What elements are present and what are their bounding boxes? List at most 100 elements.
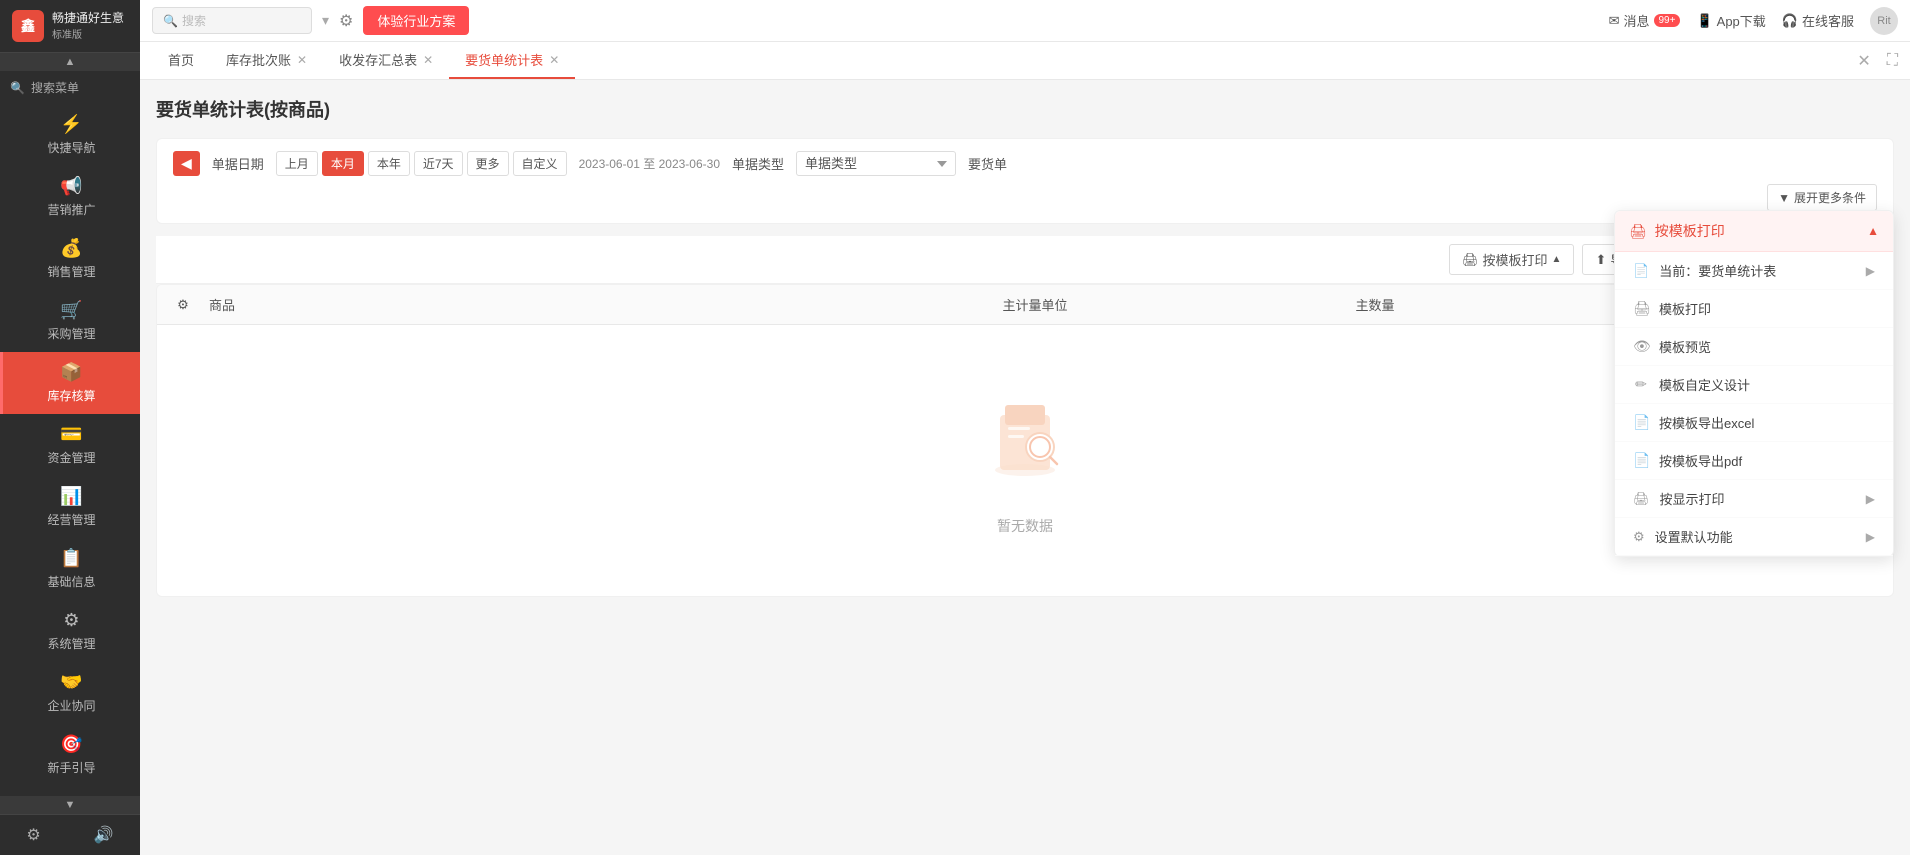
app-download-item[interactable]: 📱 App下载: [1696, 11, 1765, 30]
default-func-item[interactable]: ⚙ 设置默认功能 ▶: [1615, 518, 1893, 556]
topbar-search[interactable]: 🔍 搜索: [152, 7, 312, 34]
tab-inventory-batch[interactable]: 库存批次账 ✕: [210, 42, 323, 79]
empty-text: 暂无数据: [997, 516, 1053, 536]
template-excel-item[interactable]: 📄 按模板导出excel: [1615, 404, 1893, 442]
default-func-arrow: ▶: [1866, 530, 1875, 544]
empty-illustration: [975, 385, 1075, 504]
sidebar-item-sales[interactable]: 💰 销售管理: [0, 228, 140, 290]
sales-icon: 💰: [60, 238, 82, 259]
tab-home[interactable]: 首页: [152, 42, 210, 79]
date-buttons: 上月 本月 本年 近7天 更多 自定义: [276, 151, 567, 176]
sidebar-item-cooperation[interactable]: 🤝 企业协同: [0, 662, 140, 724]
display-print-left: 🖨 按显示打印: [1633, 489, 1725, 508]
tab-close-inventory-batch[interactable]: ✕: [297, 53, 307, 67]
th-settings[interactable]: ⚙: [165, 287, 201, 323]
th-product: 商品: [201, 285, 865, 324]
template-design-item[interactable]: ✏ 模板自定义设计: [1615, 366, 1893, 404]
date-btn-this-year[interactable]: 本年: [368, 151, 410, 176]
template-pdf-item[interactable]: 📄 按模板导出pdf: [1615, 442, 1893, 480]
sidebar-nav: ⚡ 快捷导航 📢 营销推广 💰 销售管理 🛒 采购管理 📦 库存核算 💳 资金管…: [0, 104, 140, 796]
display-print-item[interactable]: 🖨 按显示打印 ▶: [1615, 480, 1893, 518]
sidebar-search-label: 搜索菜单: [31, 79, 79, 96]
tab-label: 要货单统计表: [465, 50, 543, 69]
display-print-label: 按显示打印: [1660, 489, 1725, 508]
display-print-icon: 🖨: [1633, 491, 1650, 507]
date-btn-last-month[interactable]: 上月: [276, 151, 318, 176]
default-func-icon: ⚙: [1633, 529, 1645, 545]
expand-btn-label: 展开更多条件: [1794, 189, 1866, 206]
messages-item[interactable]: ✉ 消息 99+: [1609, 11, 1681, 30]
tabs-bar: 首页 库存批次账 ✕ 收发存汇总表 ✕ 要货单统计表 ✕ ✕ ⛶: [140, 42, 1910, 80]
template-preview-icon: 👁: [1633, 338, 1649, 355]
messages-badge: 99+: [1654, 14, 1681, 27]
sidebar-item-label: 营销推广: [47, 201, 95, 218]
sidebar-scroll-up[interactable]: ▲: [0, 53, 140, 71]
doc-type-label: 单据类型: [732, 154, 784, 173]
message-icon: ✉: [1609, 13, 1620, 29]
user-avatar-item[interactable]: Rit: [1870, 7, 1898, 35]
tab-close-collection-summary[interactable]: ✕: [423, 53, 433, 67]
volume-icon[interactable]: 🔊: [94, 825, 114, 845]
sidebar-item-inventory[interactable]: 📦 库存核算: [0, 352, 140, 414]
sidebar-search[interactable]: 🔍 搜索菜单: [0, 71, 140, 104]
template-preview-item[interactable]: 👁 模板预览: [1615, 328, 1893, 366]
expand-conditions-btn[interactable]: ▼ 展开更多条件: [1767, 184, 1877, 211]
date-btn-more[interactable]: 更多: [467, 151, 509, 176]
date-btn-7days[interactable]: 近7天: [414, 151, 463, 176]
sidebar-item-label: 经营管理: [47, 511, 95, 528]
settings-bottom-icon[interactable]: ⚙: [26, 825, 40, 845]
template-excel-label: 按模板导出excel: [1659, 413, 1754, 432]
template-pdf-label: 按模板导出pdf: [1659, 451, 1742, 470]
online-service-item[interactable]: 🎧 在线客服: [1782, 11, 1854, 30]
date-btn-this-month[interactable]: 本月: [322, 151, 364, 176]
sidebar-item-operations[interactable]: 📊 经营管理: [0, 476, 140, 538]
th-unit: 主计量单位: [865, 285, 1205, 324]
app-download-label: App下载: [1717, 11, 1766, 30]
doc-type-select[interactable]: 单据类型: [796, 151, 956, 176]
sidebar-item-label: 系统管理: [47, 635, 95, 652]
sidebar-item-system[interactable]: ⚙ 系统管理: [0, 600, 140, 662]
current-template-icon: 📄: [1633, 263, 1649, 279]
sidebar-scroll-down[interactable]: ▼: [0, 796, 140, 814]
template-excel-icon: 📄: [1633, 414, 1649, 431]
inventory-icon: 📦: [60, 362, 82, 383]
dropdown-chevron-icon: ▲: [1867, 224, 1879, 238]
sidebar: 鑫 畅捷通好生意 标准版 ▲ 🔍 搜索菜单 ⚡ 快捷导航 📢 营销推广 💰 销售…: [0, 0, 140, 855]
sidebar-item-appcenter[interactable]: 🔲 应用中心: [0, 786, 140, 796]
expand-down-icon: ▼: [1778, 191, 1790, 205]
search-placeholder: 搜索: [182, 12, 206, 29]
current-template-item[interactable]: 📄 当前：要货单统计表 ▶: [1615, 252, 1893, 290]
purchase-icon: 🛒: [60, 300, 82, 321]
sidebar-item-label: 采购管理: [47, 325, 95, 342]
window-close-icon[interactable]: ✕: [1857, 51, 1870, 71]
sidebar-item-label: 销售管理: [47, 263, 95, 280]
sidebar-item-guide[interactable]: 🎯 新手引导: [0, 724, 140, 786]
date-btn-custom[interactable]: 自定义: [513, 151, 567, 176]
dropdown-header[interactable]: 🖨 按模板打印 ▲: [1615, 211, 1893, 252]
sidebar-item-marketing[interactable]: 📢 营销推广: [0, 166, 140, 228]
topbar-settings-icon[interactable]: ⚙: [339, 11, 353, 31]
sidebar-item-finance[interactable]: 💳 资金管理: [0, 414, 140, 476]
filter-collapse-btn[interactable]: ◀: [173, 151, 200, 176]
logo-name: 畅捷通好生意: [52, 11, 124, 27]
print-btn[interactable]: 🖨 按模板打印 ▲: [1449, 244, 1574, 275]
topbar-dropdown-icon[interactable]: ▾: [322, 12, 329, 29]
window-maximize-icon[interactable]: ⛶: [1887, 52, 1898, 70]
tab-collection-summary[interactable]: 收发存汇总表 ✕: [323, 42, 449, 79]
filter-expand-row: ▼ 展开更多条件: [173, 184, 1877, 211]
sidebar-item-purchase[interactable]: 🛒 采购管理: [0, 290, 140, 352]
messages-label: 消息: [1623, 11, 1649, 30]
tab-order-stats[interactable]: 要货单统计表 ✕: [449, 42, 575, 79]
current-template-label: 当前：要货单统计表: [1659, 261, 1776, 280]
sidebar-item-quicknav[interactable]: ⚡ 快捷导航: [0, 104, 140, 166]
goods-label: 要货单: [968, 154, 1007, 173]
marketing-icon: 📢: [60, 176, 82, 197]
current-template-arrow: ▶: [1866, 264, 1875, 278]
system-icon: ⚙: [63, 610, 79, 631]
printer-icon: 🖨: [1462, 252, 1479, 268]
trial-button[interactable]: 体验行业方案: [363, 6, 469, 35]
template-print-item[interactable]: 🖨 模板打印: [1615, 290, 1893, 328]
tab-close-order-stats[interactable]: ✕: [549, 53, 559, 67]
sidebar-item-basic[interactable]: 📋 基础信息: [0, 538, 140, 600]
online-service-label: 在线客服: [1802, 11, 1854, 30]
